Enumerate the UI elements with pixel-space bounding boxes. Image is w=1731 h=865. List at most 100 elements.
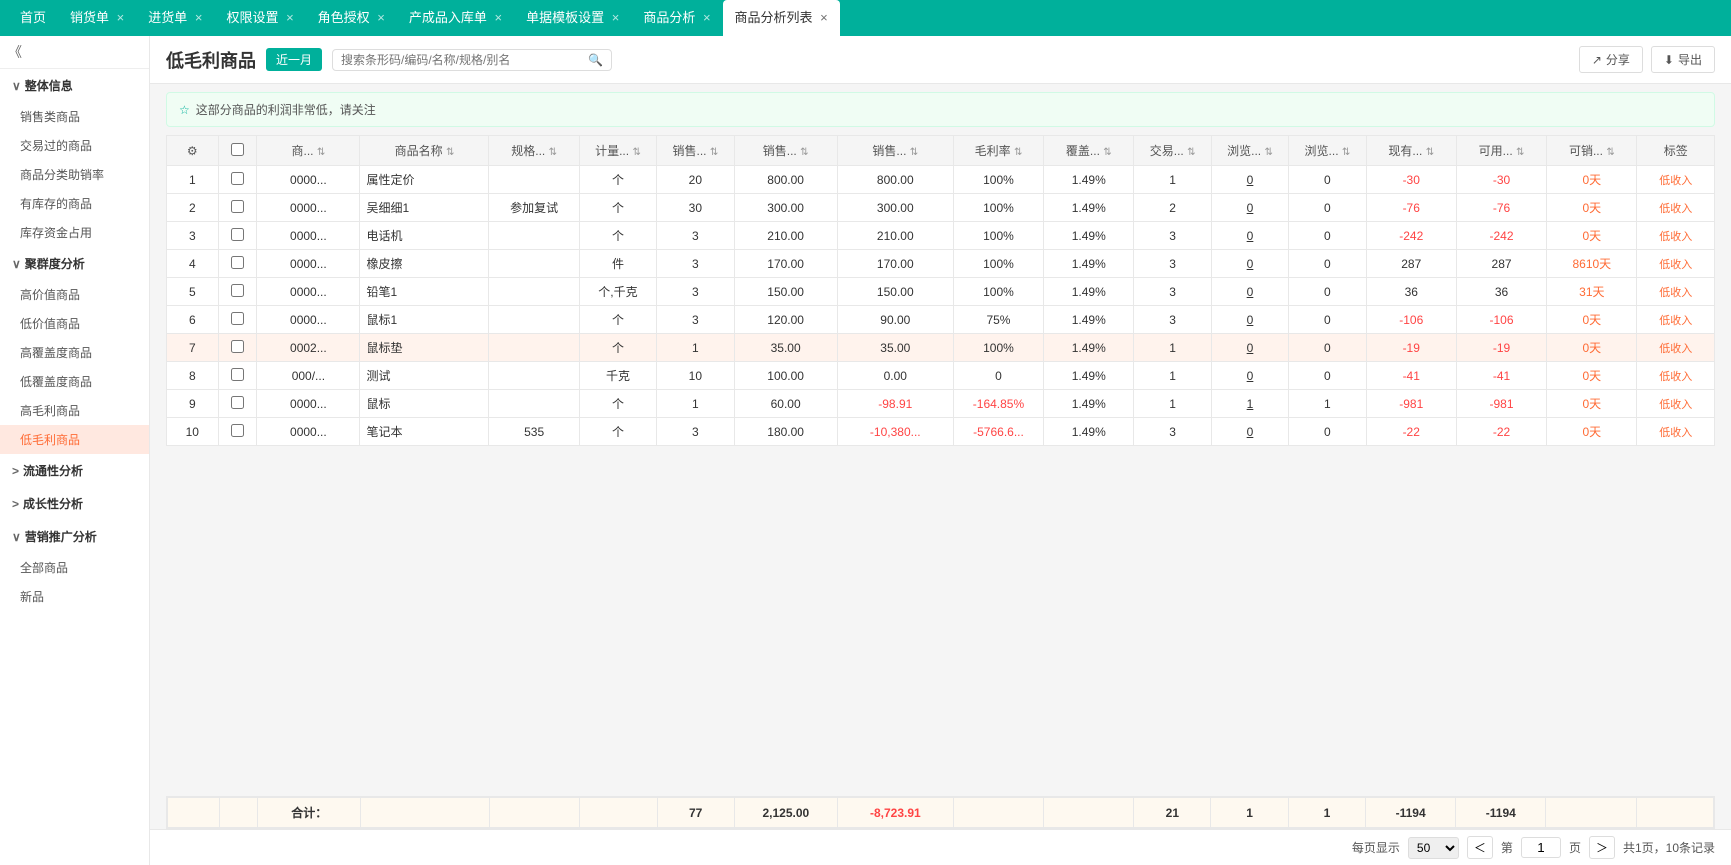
row-select-checkbox[interactable] [231,312,244,325]
search-input[interactable] [341,53,584,67]
sidebar-item-sales-products[interactable]: 销售类商品 [0,102,149,131]
col-code[interactable]: 商... ⇅ [257,136,360,166]
close-icon[interactable]: × [286,10,294,25]
products-table: ⚙ 商... ⇅ 商品名称 ⇅ 规格... ⇅ 计量... ⇅ 销售... ⇅ … [166,135,1715,446]
nav-product-analysis-list[interactable]: 商品分析列表 × [723,0,840,36]
row-checkbox[interactable] [218,334,257,362]
row-sale-price: 300.00 [734,194,837,222]
row-browse1[interactable]: 0 [1211,222,1288,250]
nav-template[interactable]: 单据模板设置 × [514,0,631,36]
row-browse1[interactable]: 0 [1211,418,1288,446]
row-tag: 低收入 [1637,194,1715,222]
nav-purchase[interactable]: 进货单 × [136,0,214,36]
row-select-checkbox[interactable] [231,396,244,409]
row-select-checkbox[interactable] [231,368,244,381]
col-current-stock[interactable]: 现有... ⇅ [1366,136,1456,166]
row-browse1[interactable]: 0 [1211,306,1288,334]
row-checkbox[interactable] [218,278,257,306]
row-browse1[interactable]: 0 [1211,250,1288,278]
nav-home[interactable]: 首页 [8,0,58,36]
col-browse1[interactable]: 浏览... ⇅ [1211,136,1288,166]
col-tag[interactable]: 标签 [1637,136,1715,166]
sidebar-item-low-profit[interactable]: 低毛利商品 [0,425,149,454]
row-browse1[interactable]: 0 [1211,334,1288,362]
nav-product-entry[interactable]: 产成品入库单 × [397,0,514,36]
row-select-checkbox[interactable] [231,424,244,437]
col-unit[interactable]: 计量... ⇅ [579,136,656,166]
nav-role[interactable]: 角色授权 × [306,0,397,36]
search-icon[interactable]: 🔍 [588,53,603,67]
share-button[interactable]: ↗ 分享 [1579,46,1643,73]
row-browse1[interactable]: 0 [1211,362,1288,390]
table-container[interactable]: ⚙ 商... ⇅ 商品名称 ⇅ 规格... ⇅ 计量... ⇅ 销售... ⇅ … [150,135,1731,796]
row-checkbox[interactable] [218,166,257,194]
close-icon[interactable]: × [377,10,385,25]
sidebar-item-new-products[interactable]: 新品 [0,582,149,611]
row-sale-profit: 35.00 [837,334,953,362]
col-checkbox[interactable] [218,136,257,166]
nav-product-analysis[interactable]: 商品分析 × [631,0,722,36]
per-page-select[interactable]: 10 20 50 100 [1408,837,1459,859]
row-browse1[interactable]: 1 [1211,390,1288,418]
row-checkbox[interactable] [218,306,257,334]
sidebar-item-category-rate[interactable]: 商品分类助销率 [0,160,149,189]
row-select-checkbox[interactable] [231,200,244,213]
col-saleable[interactable]: 可销... ⇅ [1547,136,1637,166]
col-gross-margin[interactable]: 毛利率 ⇅ [953,136,1043,166]
row-select-checkbox[interactable] [231,228,244,241]
close-icon[interactable]: × [703,10,711,25]
next-page-button[interactable]: ＞ [1589,836,1615,859]
sidebar-item-capital[interactable]: 库存资金占用 [0,218,149,247]
col-name[interactable]: 商品名称 ⇅ [360,136,489,166]
close-icon[interactable]: × [195,10,203,25]
sidebar-group-cluster[interactable]: ∨聚群度分析 [0,247,149,280]
row-select-checkbox[interactable] [231,284,244,297]
col-settings[interactable]: ⚙ [167,136,219,166]
sidebar-item-low-value[interactable]: 低价值商品 [0,309,149,338]
sidebar-group-overall[interactable]: ∨整体信息 [0,69,149,102]
row-select-checkbox[interactable] [231,172,244,185]
row-tag: 低收入 [1637,362,1715,390]
col-trade[interactable]: 交易... ⇅ [1134,136,1211,166]
close-icon[interactable]: × [612,10,620,25]
row-checkbox[interactable] [218,222,257,250]
sidebar-item-traded-products[interactable]: 交易过的商品 [0,131,149,160]
row-checkbox[interactable] [218,250,257,278]
sidebar-group-circulation[interactable]: >流通性分析 [0,454,149,487]
sidebar-item-high-coverage[interactable]: 高覆盖度商品 [0,338,149,367]
sidebar-group-growth[interactable]: >成长性分析 [0,487,149,520]
export-button[interactable]: ⬇ 导出 [1651,46,1715,73]
row-checkbox[interactable] [218,194,257,222]
sidebar-item-stocked[interactable]: 有库存的商品 [0,189,149,218]
col-sale-price[interactable]: 销售... ⇅ [734,136,837,166]
row-browse1[interactable]: 0 [1211,194,1288,222]
sidebar-item-all-products[interactable]: 全部商品 [0,553,149,582]
page-input[interactable] [1521,837,1561,858]
close-icon[interactable]: × [495,10,503,25]
row-select-checkbox[interactable] [231,256,244,269]
row-checkbox[interactable] [218,390,257,418]
row-checkbox[interactable] [218,418,257,446]
close-icon[interactable]: × [820,10,828,25]
date-filter-button[interactable]: 近一月 [266,48,322,71]
select-all-checkbox[interactable] [231,143,244,156]
sidebar-collapse-btn[interactable]: 《 [8,42,22,62]
sidebar-item-high-profit[interactable]: 高毛利商品 [0,396,149,425]
col-coverage[interactable]: 覆盖... ⇅ [1044,136,1134,166]
col-spec[interactable]: 规格... ⇅ [489,136,579,166]
sidebar-item-low-coverage[interactable]: 低覆盖度商品 [0,367,149,396]
nav-sales[interactable]: 销货单 × [58,0,136,36]
row-select-checkbox[interactable] [231,340,244,353]
col-sale-profit[interactable]: 销售... ⇅ [837,136,953,166]
close-icon[interactable]: × [117,10,125,25]
col-sale-count[interactable]: 销售... ⇅ [657,136,734,166]
col-browse2[interactable]: 浏览... ⇅ [1289,136,1366,166]
row-checkbox[interactable] [218,362,257,390]
nav-permission[interactable]: 权限设置 × [214,0,305,36]
row-browse1[interactable]: 0 [1211,278,1288,306]
col-available[interactable]: 可用... ⇅ [1456,136,1546,166]
row-browse1[interactable]: 0 [1211,166,1288,194]
prev-page-button[interactable]: ＜ [1467,836,1493,859]
sidebar-item-high-value[interactable]: 高价值商品 [0,280,149,309]
sidebar-group-marketing[interactable]: ∨营销推广分析 [0,520,149,553]
